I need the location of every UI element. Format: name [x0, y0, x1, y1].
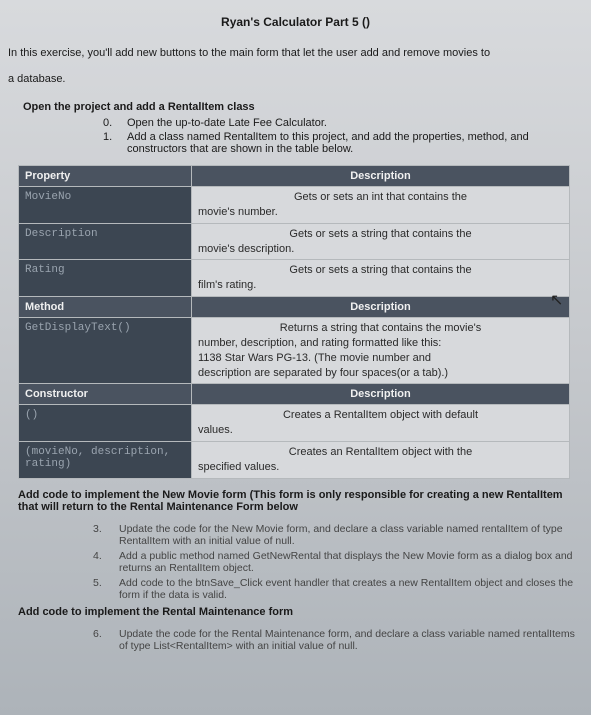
item-text: Update the code for the Rental Maintenan…	[119, 628, 583, 652]
prop-desc: Gets or sets an int that contains the mo…	[192, 187, 570, 224]
table-row: Description Gets or sets a string that c…	[19, 223, 570, 260]
ctor-desc: Creates a RentalItem object with default…	[192, 405, 570, 442]
page-title: Ryan's Calculator Part 5 ()	[8, 15, 583, 29]
th-method: Method	[19, 297, 192, 318]
ctor-name: ()	[19, 405, 192, 442]
item-text: Add a public method named GetNewRental t…	[119, 550, 583, 574]
th-method-desc: Description	[192, 297, 570, 318]
th-description: Description	[192, 166, 570, 187]
section1-heading: Open the project and add a RentalItem cl…	[23, 101, 583, 113]
item-num: 4.	[93, 550, 119, 574]
table-row: () Creates a RentalItem object with defa…	[19, 405, 570, 442]
th-property: Property	[19, 166, 192, 187]
item-num: 5.	[93, 577, 119, 601]
list-item: 1. Add a class named RentalItem to this …	[103, 131, 583, 155]
prop-name: MovieNo	[19, 187, 192, 224]
list-item: 3. Update the code for the New Movie for…	[93, 523, 583, 547]
class-table: Property Description MovieNo Gets or set…	[18, 165, 570, 479]
intro-line-1: In this exercise, you'll add new buttons…	[8, 47, 583, 59]
instructions-list-2: 6. Update the code for the Rental Mainte…	[93, 628, 583, 652]
instructions-rentalmaint: Add code to implement the Rental Mainten…	[18, 606, 578, 618]
intro-line-2: a database.	[8, 73, 583, 85]
instructions-list-1: 3. Update the code for the New Movie for…	[93, 523, 583, 601]
instructions-newmovie: Add code to implement the New Movie form…	[18, 489, 578, 513]
ctor-name: (movieNo, description, rating)	[19, 442, 192, 479]
section1-list: 0. Open the up-to-date Late Fee Calculat…	[103, 117, 583, 155]
table-row: (movieNo, description, rating) Creates a…	[19, 442, 570, 479]
item-text: Add code to the btnSave_Click event hand…	[119, 577, 583, 601]
ctor-desc: Creates an RentalItem object with the sp…	[192, 442, 570, 479]
item-num: 0.	[103, 117, 127, 129]
th-constructor-desc: Description	[192, 384, 570, 405]
item-text: Update the code for the New Movie form, …	[119, 523, 583, 547]
table-row: GetDisplayText() Returns a string that c…	[19, 318, 570, 384]
list-item: 6. Update the code for the Rental Mainte…	[93, 628, 583, 652]
item-text: Open the up-to-date Late Fee Calculator.	[127, 117, 583, 129]
table-row: MovieNo Gets or sets an int that contain…	[19, 187, 570, 224]
prop-name: Description	[19, 223, 192, 260]
list-item: 0. Open the up-to-date Late Fee Calculat…	[103, 117, 583, 129]
list-item: 4. Add a public method named GetNewRenta…	[93, 550, 583, 574]
item-num: 6.	[93, 628, 119, 652]
item-num: 1.	[103, 131, 127, 155]
list-item: 5. Add code to the btnSave_Click event h…	[93, 577, 583, 601]
prop-desc: Gets or sets a string that contains the …	[192, 223, 570, 260]
th-constructor: Constructor	[19, 384, 192, 405]
item-text: Add a class named RentalItem to this pro…	[127, 131, 583, 155]
prop-name: Rating	[19, 260, 192, 297]
method-desc: Returns a string that contains the movie…	[192, 318, 570, 384]
prop-desc: Gets or sets a string that contains the …	[192, 260, 570, 297]
method-name: GetDisplayText()	[19, 318, 192, 384]
item-num: 3.	[93, 523, 119, 547]
table-row: Rating Gets or sets a string that contai…	[19, 260, 570, 297]
